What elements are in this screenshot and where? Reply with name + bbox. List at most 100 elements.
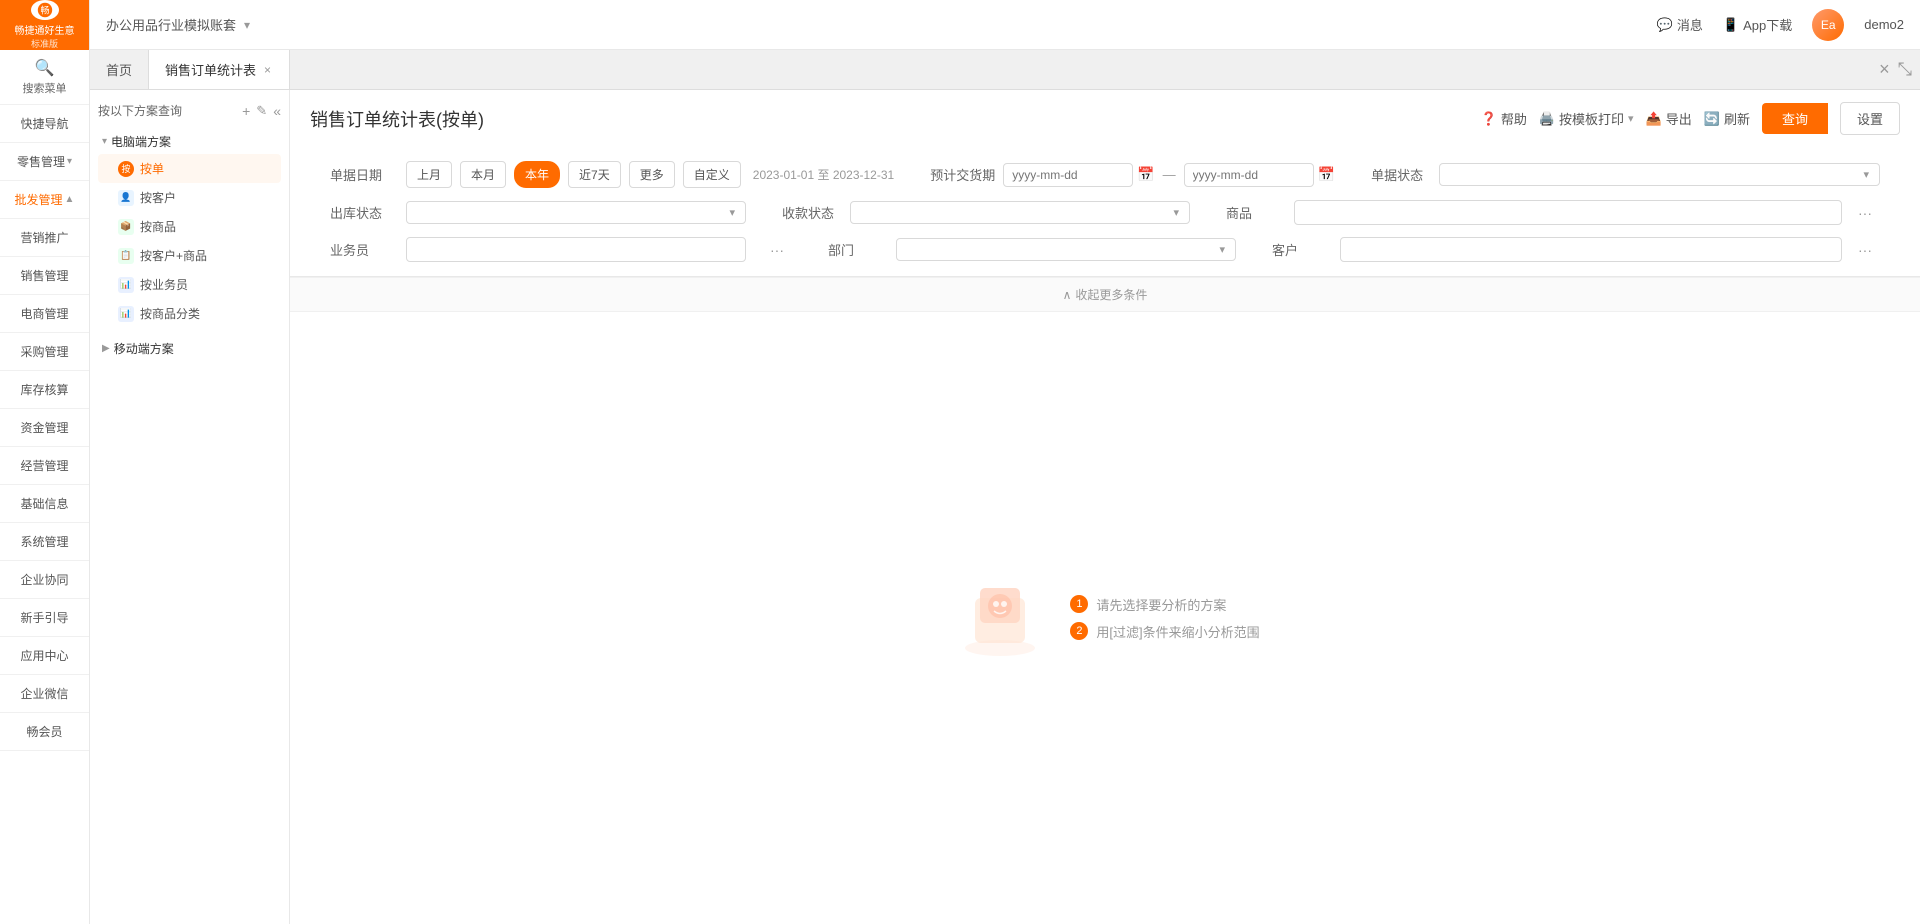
expected-date-from-input[interactable] bbox=[1003, 163, 1133, 187]
logo[interactable]: 畅 畅捷通好生意 标准版 bbox=[0, 0, 89, 50]
sidebar-item-finance[interactable]: 资金管理 bbox=[0, 409, 89, 447]
scheme-item-by-order[interactable]: 按 按单 bbox=[98, 154, 281, 183]
date-filter: 上月 本月 本年 近7天 更多 自定义 2023-01-01 至 2023-12… bbox=[406, 161, 894, 188]
scheme-by-salesman-label: 按业务员 bbox=[140, 276, 188, 293]
tab-sales-stats-label: 销售订单统计表 bbox=[165, 60, 256, 79]
empty-state: 1 请先选择要分析的方案 2 用[过滤]条件来缩小分析范围 bbox=[290, 312, 1920, 924]
scheme-item-by-goods[interactable]: 📦 按商品 bbox=[98, 212, 281, 241]
message-button[interactable]: 💬 消息 bbox=[1657, 15, 1703, 34]
empty-state-content: 1 请先选择要分析的方案 2 用[过滤]条件来缩小分析范围 bbox=[950, 568, 1259, 668]
tab-close-icon[interactable]: × bbox=[262, 63, 273, 77]
logo-subtitle: 标准版 bbox=[31, 37, 58, 50]
sidebar-item-quicknav[interactable]: 快捷导航 bbox=[0, 105, 89, 143]
scheme-by-customer-goods-icon: 📋 bbox=[118, 248, 134, 264]
calendar-to-icon[interactable]: 📅 bbox=[1318, 166, 1335, 183]
tab-expand-icon[interactable]: ⤡ bbox=[1898, 59, 1912, 80]
content-area: 按以下方案查询 + ✎ « ▾ 电脑端方案 按 按单 👤 bbox=[90, 90, 1920, 924]
payment-wrap: 收款状态 ▾ bbox=[782, 201, 1190, 224]
avatar[interactable]: Ea bbox=[1812, 9, 1844, 41]
scheme-by-customer-goods-label: 按客户+商品 bbox=[140, 247, 207, 264]
app-icon: 📱 bbox=[1723, 17, 1739, 33]
sidebar-item-ecommerce[interactable]: 电商管理 bbox=[0, 295, 89, 333]
collapse-bar[interactable]: ∧ 收起更多条件 bbox=[290, 277, 1920, 312]
scheme-by-goods-label: 按商品 bbox=[140, 218, 176, 235]
date-btn-this-month[interactable]: 本月 bbox=[460, 161, 506, 188]
date-btn-this-year[interactable]: 本年 bbox=[514, 161, 560, 188]
left-panel-icons: + ✎ « bbox=[242, 103, 281, 119]
salesman-dots[interactable]: ··· bbox=[762, 238, 792, 262]
goods-dots[interactable]: ··· bbox=[1850, 201, 1880, 225]
title-dropdown-icon[interactable]: ▾ bbox=[244, 18, 250, 32]
sidebar-item-marketing[interactable]: 营销推广 bbox=[0, 219, 89, 257]
sidebar-item-operations[interactable]: 经营管理 bbox=[0, 447, 89, 485]
tab-home[interactable]: 首页 bbox=[90, 50, 149, 89]
payment-select-arrow: ▾ bbox=[1173, 206, 1179, 219]
customer-text-input[interactable] bbox=[1351, 242, 1831, 257]
sidebar-item-search[interactable]: 🔍 搜索菜单 bbox=[0, 50, 89, 105]
salesman-text-input[interactable] bbox=[417, 242, 735, 257]
top-bar: 办公用品行业模拟账套 ▾ 💬 消息 📱 App下载 Ea demo2 bbox=[90, 0, 1920, 50]
help-label: 帮助 bbox=[1501, 109, 1527, 128]
status-select[interactable]: ▾ bbox=[1439, 163, 1880, 186]
left-panel-title: 按以下方案查询 bbox=[98, 102, 182, 119]
chevron-down-icon: ▾ bbox=[67, 156, 72, 167]
scheme-item-by-customer[interactable]: 👤 按客户 bbox=[98, 183, 281, 212]
tab-minimize-icon[interactable]: × bbox=[1879, 59, 1890, 80]
customer-input[interactable] bbox=[1340, 237, 1842, 262]
chevron-up-icon: ▲ bbox=[65, 194, 75, 205]
sidebar-item-appcenter[interactable]: 应用中心 bbox=[0, 637, 89, 675]
app-download-button[interactable]: 📱 App下载 bbox=[1723, 15, 1792, 34]
date-btn-custom[interactable]: 自定义 bbox=[683, 161, 741, 188]
calendar-from-icon[interactable]: 📅 bbox=[1137, 166, 1154, 183]
print-arrow-icon[interactable]: ▾ bbox=[1628, 112, 1634, 125]
date-btn-more[interactable]: 更多 bbox=[629, 161, 675, 188]
payment-select[interactable]: ▾ bbox=[850, 201, 1190, 224]
sidebar-item-inventory[interactable]: 库存核算 bbox=[0, 371, 89, 409]
edit-scheme-icon[interactable]: ✎ bbox=[256, 103, 267, 119]
username: demo2 bbox=[1864, 17, 1904, 32]
export-label: 导出 bbox=[1666, 109, 1692, 128]
scheme-by-customer-icon: 👤 bbox=[118, 190, 134, 206]
scheme-by-customer-label: 按客户 bbox=[140, 189, 176, 206]
date-btn-7days[interactable]: 近7天 bbox=[568, 161, 621, 188]
message-icon: 💬 bbox=[1657, 17, 1673, 33]
sidebar-retail-label: 零售管理 bbox=[17, 153, 65, 170]
sidebar-item-wholesale[interactable]: 批发管理 ▲ bbox=[0, 181, 89, 219]
desktop-scheme-title[interactable]: ▾ 电脑端方案 bbox=[98, 129, 281, 154]
customer-dots[interactable]: ··· bbox=[1850, 238, 1880, 262]
sidebar-item-system[interactable]: 系统管理 bbox=[0, 523, 89, 561]
settings-button[interactable]: 设置 bbox=[1840, 102, 1900, 135]
date-btn-last-month[interactable]: 上月 bbox=[406, 161, 452, 188]
mobile-scheme-title[interactable]: ▶ 移动端方案 bbox=[98, 336, 281, 361]
collapse-panel-icon[interactable]: « bbox=[273, 103, 281, 119]
status-wrap: 单据状态 ▾ bbox=[1371, 163, 1880, 186]
add-scheme-icon[interactable]: + bbox=[242, 103, 250, 119]
customer-label: 客户 bbox=[1272, 240, 1332, 259]
page-header-actions: ❓ 帮助 🖨️ 按模板打印 ▾ 📤 导出 � bbox=[1481, 102, 1900, 135]
shipment-select[interactable]: ▾ bbox=[406, 201, 746, 224]
help-button[interactable]: ❓ 帮助 bbox=[1481, 109, 1527, 128]
goods-input[interactable] bbox=[1294, 200, 1842, 225]
sidebar-item-wechat[interactable]: 企业微信 bbox=[0, 675, 89, 713]
scheme-item-by-category[interactable]: 📊 按商品分类 bbox=[98, 299, 281, 328]
query-button[interactable]: 查询 bbox=[1762, 103, 1828, 134]
scheme-item-by-salesman[interactable]: 📊 按业务员 bbox=[98, 270, 281, 299]
print-button[interactable]: 🖨️ 按模板打印 ▾ bbox=[1539, 109, 1634, 128]
sidebar-item-newuser[interactable]: 新手引导 bbox=[0, 599, 89, 637]
sidebar-item-retail[interactable]: 零售管理 ▾ bbox=[0, 143, 89, 181]
sidebar-item-member[interactable]: 畅会员 bbox=[0, 713, 89, 751]
sidebar-item-sales[interactable]: 销售管理 bbox=[0, 257, 89, 295]
sidebar-item-basics[interactable]: 基础信息 bbox=[0, 485, 89, 523]
expected-date-wrap: 预计交货期 📅 — 📅 bbox=[930, 163, 1335, 187]
refresh-button[interactable]: 🔄 刷新 bbox=[1704, 109, 1750, 128]
salesman-input[interactable] bbox=[406, 237, 746, 262]
expected-date-to-input[interactable] bbox=[1184, 163, 1314, 187]
tab-sales-stats[interactable]: 销售订单统计表 × bbox=[149, 50, 290, 89]
sidebar-item-purchase[interactable]: 采购管理 bbox=[0, 333, 89, 371]
export-button[interactable]: 📤 导出 bbox=[1646, 109, 1692, 128]
dept-select[interactable]: ▾ bbox=[896, 238, 1236, 261]
sidebar-item-enterprise[interactable]: 企业协同 bbox=[0, 561, 89, 599]
scheme-item-by-customer-goods[interactable]: 📋 按客户+商品 bbox=[98, 241, 281, 270]
goods-text-input[interactable] bbox=[1305, 205, 1831, 220]
hint-num-1: 1 bbox=[1070, 595, 1088, 613]
